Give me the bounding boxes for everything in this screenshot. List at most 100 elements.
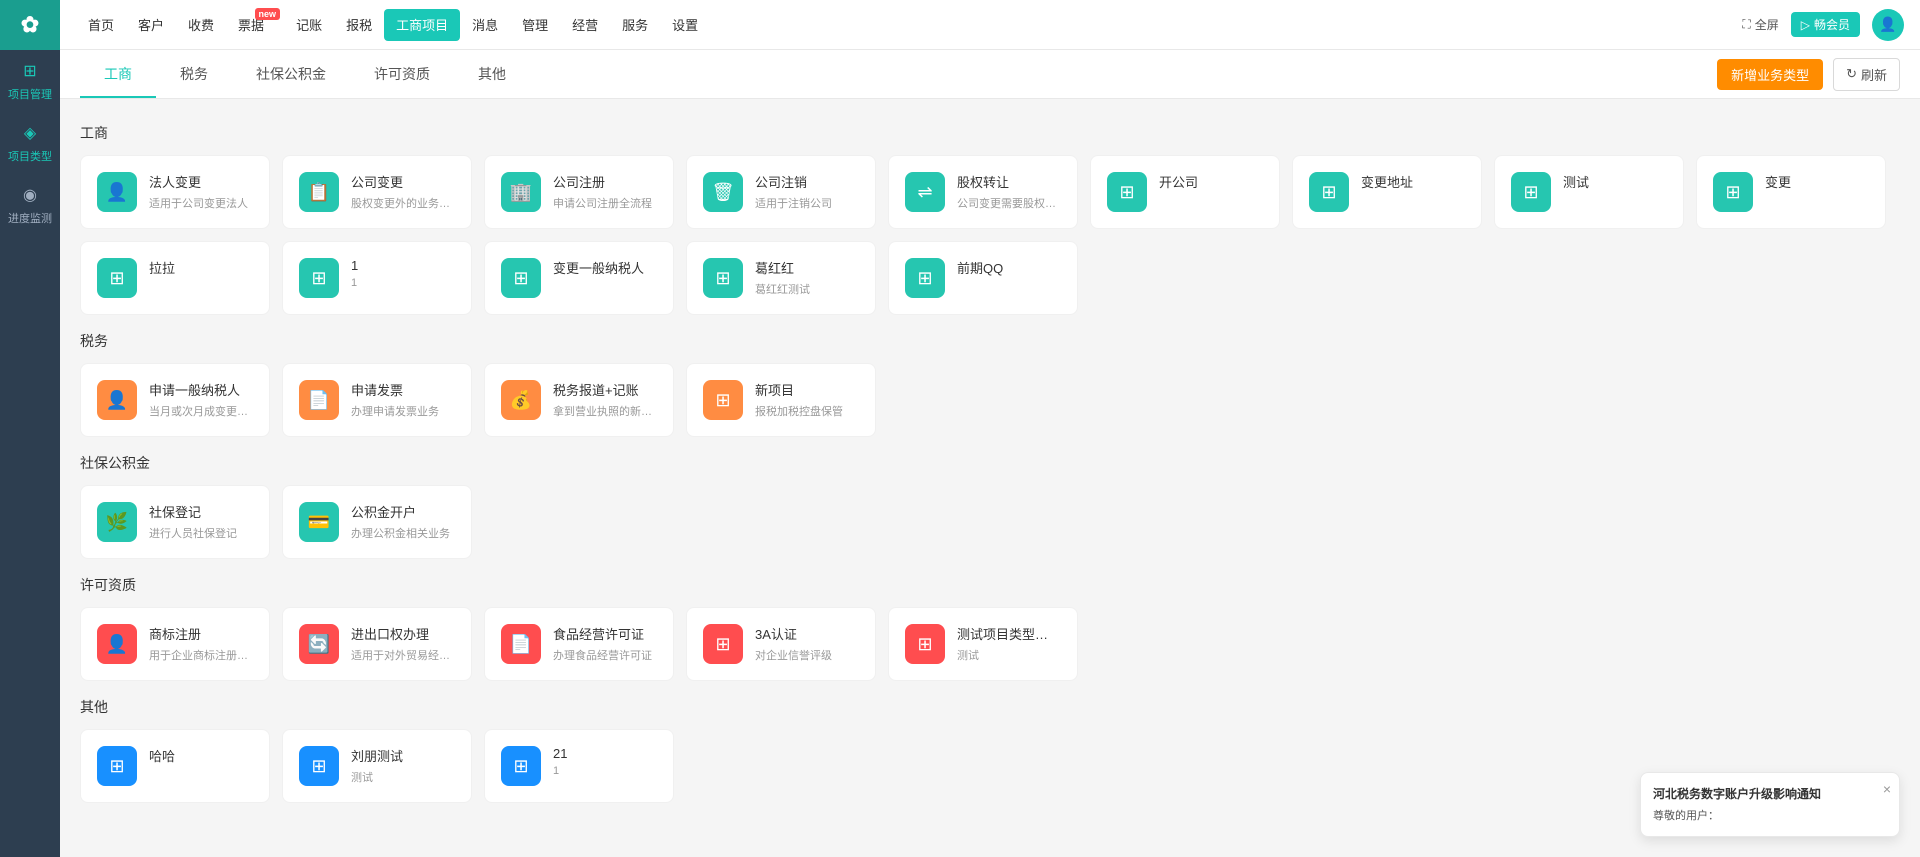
tab-license[interactable]: 许可资质 — [350, 50, 454, 98]
fullscreen-button[interactable]: ⛶ 全屏 — [1742, 16, 1778, 33]
card-lala-title: 拉拉 — [149, 258, 253, 277]
card-change[interactable]: ⊞ 变更 — [1696, 155, 1886, 229]
card-change-general-tax[interactable]: ⊞ 变更一般纳税人 — [484, 241, 674, 315]
card-trademark[interactable]: 👤 商标注册 用于企业商标注册服务 — [80, 607, 270, 681]
content-area: 工商 税务 社保公积金 许可资质 其他 新增业务类型 ↻ 刷新 工商 — [60, 50, 1920, 857]
card-ha-ha[interactable]: ⊞ 哈哈 — [80, 729, 270, 803]
nav-management[interactable]: 管理 — [510, 0, 560, 50]
nav-accounting[interactable]: 记账 — [284, 0, 334, 50]
card-liu-peng-test-desc: 测试 — [351, 769, 455, 785]
card-company-cancel-desc: 适用于注销公司 — [755, 195, 859, 211]
card-change-address[interactable]: ⊞ 变更地址 — [1292, 155, 1482, 229]
card-test-type-def-title: 测试项目类型目定义 — [957, 624, 1061, 643]
project-types-icon: ◈ — [19, 122, 41, 144]
nav-ticket[interactable]: 票据 new — [226, 0, 284, 50]
card-apply-invoice-desc: 办理申请发票业务 — [351, 403, 455, 419]
card-company-change[interactable]: 📋 公司变更 股权变更外的业务变更 — [282, 155, 472, 229]
card-apply-invoice[interactable]: 📄 申请发票 办理申请发票业务 — [282, 363, 472, 437]
main-wrapper: 首页 客户 收费 票据 new 记账 报税 工商项目 消息 管理 经营 服务 设… — [60, 0, 1920, 857]
card-open-company[interactable]: ⊞ 开公司 — [1090, 155, 1280, 229]
card-equity-transfer[interactable]: ⇌ 股权转让 公司变更需要股权转让 — [888, 155, 1078, 229]
card-food-license[interactable]: 📄 食品经营许可证 办理食品经营许可证 — [484, 607, 674, 681]
card-twenty-one-title: 21 — [553, 746, 657, 761]
member-button[interactable]: ▷ 畅会员 — [1791, 12, 1860, 37]
apply-invoice-icon: 📄 — [299, 380, 339, 420]
social-fund-section-title: 社保公积金 — [80, 453, 1900, 473]
company-register-icon: 🏢 — [501, 172, 541, 212]
card-apply-general-tax[interactable]: 👤 申请一般纳税人 当月或次月成变更完成 — [80, 363, 270, 437]
card-legal-change[interactable]: 👤 法人变更 适用于公司变更法人 — [80, 155, 270, 229]
card-twenty-one-desc: 1 — [553, 765, 657, 777]
industry-section-title: 工商 — [80, 123, 1900, 143]
play-icon: ▷ — [1801, 18, 1810, 32]
change-icon: ⊞ — [1713, 172, 1753, 212]
card-import-export[interactable]: 🔄 进出口权办理 适用于对外贸易经营者 — [282, 607, 472, 681]
notification-text: 尊敬的用户： — [1653, 808, 1887, 825]
nav-operation[interactable]: 经营 — [560, 0, 610, 50]
card-front-qq[interactable]: ⊞ 前期QQ — [888, 241, 1078, 315]
card-twenty-one[interactable]: ⊞ 21 1 — [484, 729, 674, 803]
card-social-register[interactable]: 🌿 社保登记 进行人员社保登记 — [80, 485, 270, 559]
card-new-project[interactable]: ⊞ 新项目 报税加税控盘保管 — [686, 363, 876, 437]
refresh-button[interactable]: ↻ 刷新 — [1833, 58, 1900, 91]
card-3a-cert-title: 3A认证 — [755, 624, 859, 643]
ha-ha-icon: ⊞ — [97, 746, 137, 786]
tab-other[interactable]: 其他 — [454, 50, 530, 98]
avatar[interactable]: 👤 — [1872, 9, 1904, 41]
card-liu-peng-test-title: 刘朋测试 — [351, 746, 455, 765]
card-new-project-title: 新项目 — [755, 380, 859, 399]
nav-message[interactable]: 消息 — [460, 0, 510, 50]
card-test-type-def[interactable]: ⊞ 测试项目类型目定义 测试 — [888, 607, 1078, 681]
card-test[interactable]: ⊞ 测试 — [1494, 155, 1684, 229]
card-company-cancel[interactable]: 🗑 公司注销 适用于注销公司 — [686, 155, 876, 229]
card-fund-open-desc: 办理公积金相关业务 — [351, 525, 455, 541]
social-fund-cards-grid: 🌿 社保登记 进行人员社保登记 💳 公积金开户 办理公积金相关业务 — [80, 485, 1900, 559]
card-change-title: 变更 — [1765, 172, 1869, 191]
license-cards-grid: 👤 商标注册 用于企业商标注册服务 🔄 进出口权办理 适用于对外贸易经营者 — [80, 607, 1900, 681]
card-fund-open[interactable]: 💳 公积金开户 办理公积金相关业务 — [282, 485, 472, 559]
card-trademark-title: 商标注册 — [149, 624, 253, 643]
tax-report-accounting-icon: 💰 — [501, 380, 541, 420]
nav-industry[interactable]: 工商项目 — [384, 9, 460, 41]
nav-tax[interactable]: 报税 — [334, 0, 384, 50]
project-management-icon: ⊞ — [19, 60, 41, 82]
card-fund-open-title: 公积金开户 — [351, 502, 455, 521]
card-change-general-tax-title: 变更一般纳税人 — [553, 258, 657, 277]
tax-cards-grid: 👤 申请一般纳税人 当月或次月成变更完成 📄 申请发票 办理申请发票业务 — [80, 363, 1900, 437]
nav-settings[interactable]: 设置 — [660, 0, 710, 50]
sidebar-logo[interactable]: ✿ — [0, 0, 60, 50]
card-company-register[interactable]: 🏢 公司注册 申请公司注册全流程 — [484, 155, 674, 229]
card-apply-invoice-title: 申请发票 — [351, 380, 455, 399]
card-tax-report-accounting[interactable]: 💰 税务报道+记账 拿到营业执照的新公司 — [484, 363, 674, 437]
topnav: 首页 客户 收费 票据 new 记账 报税 工商项目 消息 管理 经营 服务 设… — [60, 0, 1920, 50]
card-lala[interactable]: ⊞ 拉拉 — [80, 241, 270, 315]
card-company-register-title: 公司注册 — [553, 172, 657, 191]
nav-service[interactable]: 服务 — [610, 0, 660, 50]
card-company-cancel-title: 公司注销 — [755, 172, 859, 191]
card-equity-transfer-desc: 公司变更需要股权转让 — [957, 195, 1061, 211]
trademark-icon: 👤 — [97, 624, 137, 664]
nav-billing[interactable]: 收费 — [176, 0, 226, 50]
test-icon: ⊞ — [1511, 172, 1551, 212]
company-change-icon: 📋 — [299, 172, 339, 212]
apply-general-tax-icon: 👤 — [97, 380, 137, 420]
tab-social-fund[interactable]: 社保公积金 — [232, 50, 350, 98]
nav-home[interactable]: 首页 — [76, 0, 126, 50]
card-one[interactable]: ⊞ 1 1 — [282, 241, 472, 315]
card-3a-cert[interactable]: ⊞ 3A认证 对企业信誉评级 — [686, 607, 876, 681]
card-import-export-desc: 适用于对外贸易经营者 — [351, 647, 455, 663]
nav-customer[interactable]: 客户 — [126, 0, 176, 50]
new-type-button[interactable]: 新增业务类型 — [1717, 59, 1823, 90]
card-ge-hong-hong[interactable]: ⊞ 葛红红 葛红红测试 — [686, 241, 876, 315]
notification-close-button[interactable]: × — [1883, 781, 1891, 797]
card-tax-report-accounting-desc: 拿到营业执照的新公司 — [553, 403, 657, 419]
ge-hong-hong-icon: ⊞ — [703, 258, 743, 298]
sidebar-item-progress-monitor[interactable]: ◉ 进度监测 — [0, 174, 60, 236]
card-liu-peng-test[interactable]: ⊞ 刘朋测试 测试 — [282, 729, 472, 803]
sidebar-item-project-types[interactable]: ◈ 项目类型 — [0, 112, 60, 174]
sidebar-item-project-management[interactable]: ⊞ 项目管理 — [0, 50, 60, 112]
tabs-actions: 新增业务类型 ↻ 刷新 — [1717, 58, 1900, 91]
tab-industry[interactable]: 工商 — [80, 50, 156, 98]
other-section-title: 其他 — [80, 697, 1900, 717]
tab-tax[interactable]: 税务 — [156, 50, 232, 98]
